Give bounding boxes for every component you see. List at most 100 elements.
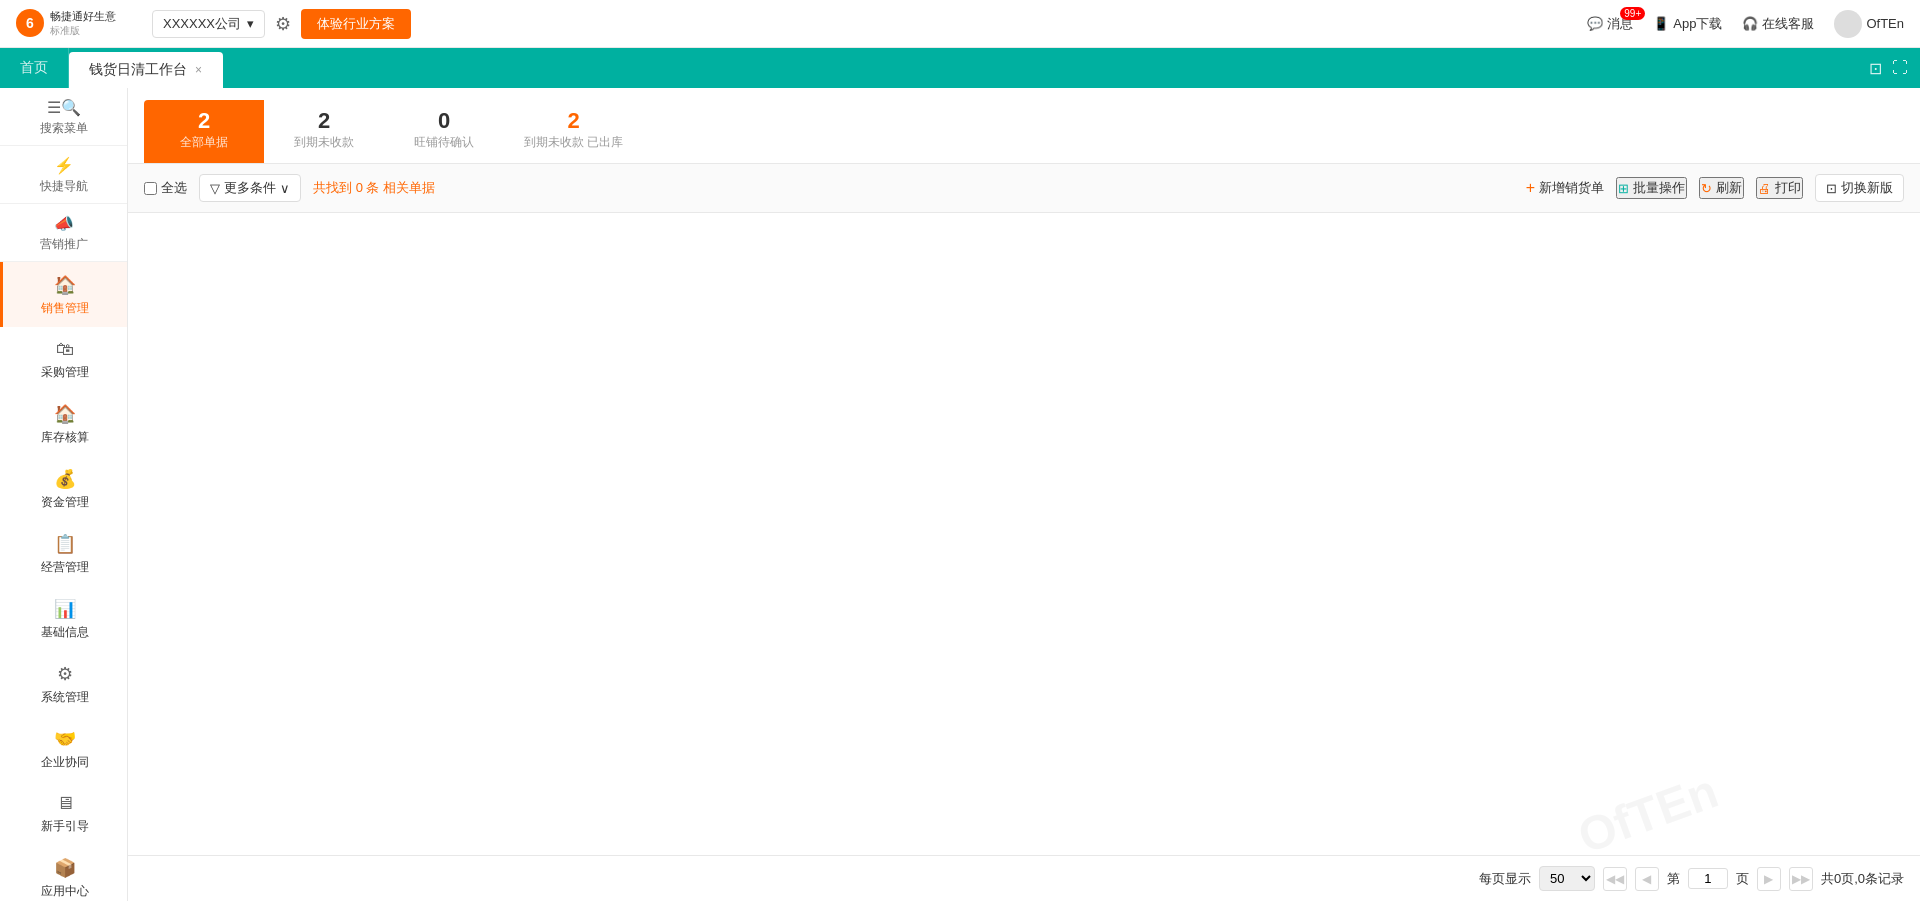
stat-tab-overdue[interactable]: 2 到期未收款 (264, 100, 384, 163)
add-sale-button[interactable]: + 新增销货单 (1526, 179, 1604, 197)
nav-tabs: 首页 钱货日清工作台 × ⊡ ⛶ (0, 48, 1920, 88)
refresh-label: 刷新 (1716, 179, 1742, 197)
first-page-button[interactable]: ◀◀ (1603, 867, 1627, 891)
sales-icon: 🏠 (54, 274, 76, 296)
stat-label-overdue: 到期未收款 (284, 134, 364, 151)
found-unit: 条 (366, 180, 379, 195)
finance-icon: 💰 (54, 468, 76, 490)
filter-button[interactable]: ▽ 更多条件 ∨ (199, 174, 301, 202)
content-area: 2 全部单据 2 到期未收款 0 旺铺待确认 2 到期未收款 已出库 (128, 88, 1920, 901)
found-count: 0 (356, 180, 363, 195)
settings-icon[interactable]: ⚙ (275, 13, 291, 35)
sidebar-item-appstore[interactable]: 📦 应用中心 (0, 845, 127, 901)
stat-num-shipped: 2 (524, 108, 623, 134)
company-name: XXXXXX公司 (163, 15, 241, 33)
inventory-icon: 🏠 (54, 403, 76, 425)
sidebar-item-basic[interactable]: 📊 基础信息 (0, 586, 127, 651)
tab-close-icon[interactable]: × (195, 63, 202, 77)
next-page-button[interactable]: ▶ (1757, 867, 1781, 891)
sidebar-search[interactable]: ☰🔍 搜索菜单 (0, 88, 127, 146)
user-avatar[interactable]: OfTEn (1834, 10, 1904, 38)
stat-num-overdue: 2 (284, 108, 364, 134)
sidebar-item-coop[interactable]: 🤝 企业协同 (0, 716, 127, 781)
switch-label: 切换新版 (1841, 179, 1893, 197)
total-text: 共0页,0条记录 (1821, 870, 1904, 888)
sidebar-item-finance[interactable]: 💰 资金管理 (0, 456, 127, 521)
company-selector[interactable]: XXXXXX公司 ▾ (152, 10, 265, 38)
tab-daily-work[interactable]: 钱货日清工作台 × (69, 52, 223, 88)
page-size-select[interactable]: 50 10 20 100 (1539, 866, 1595, 891)
print-icon: 🖨 (1758, 181, 1771, 196)
header-right: 💬 消息 99+ 📱 App下载 🎧 在线客服 OfTEn (1587, 10, 1904, 38)
stats-bar: 2 全部单据 2 到期未收款 0 旺铺待确认 2 到期未收款 已出库 (128, 88, 1920, 164)
quicknav-icon: ⚡ (54, 156, 74, 175)
main-layout: ☰🔍 搜索菜单 ⚡ 快捷导航 📣 营销推广 🏠 销售管理 🛍 采购管理 🏠 库存… (0, 88, 1920, 901)
stat-num-all: 2 (164, 108, 244, 134)
sidebar: ☰🔍 搜索菜单 ⚡ 快捷导航 📣 营销推广 🏠 销售管理 🛍 采购管理 🏠 库存… (0, 88, 128, 901)
nav-tab-actions: ⊡ ⛶ (1869, 59, 1920, 78)
sidebar-item-inventory[interactable]: 🏠 库存核算 (0, 391, 127, 456)
add-label: 新增销货单 (1539, 179, 1604, 197)
sidebar-item-operation[interactable]: 📋 经营管理 (0, 521, 127, 586)
sidebar-item-sales[interactable]: 🏠 销售管理 (0, 262, 127, 327)
page-size-label: 每页显示 (1479, 870, 1531, 888)
tab-home[interactable]: 首页 (0, 48, 69, 88)
message-button[interactable]: 💬 消息 99+ (1587, 15, 1633, 33)
toolbar: 全选 ▽ 更多条件 ∨ 共找到 0 条 相关单据 + 新增销货单 ⊞ (128, 164, 1920, 213)
pagination-bar: 每页显示 50 10 20 100 ◀◀ ◀ 第 页 ▶ ▶▶ 共0页,0条记录 (128, 855, 1920, 901)
online-service-label: 在线客服 (1762, 15, 1814, 33)
sidebar-item-purchase[interactable]: 🛍 采购管理 (0, 327, 127, 391)
stat-tab-all[interactable]: 2 全部单据 (144, 100, 264, 163)
switch-version-button[interactable]: ⊡ 切换新版 (1815, 174, 1904, 202)
batch-button[interactable]: ⊞ 批量操作 (1616, 177, 1687, 199)
stat-label-all: 全部单据 (164, 134, 244, 151)
logo-subtitle: 标准版 (50, 24, 116, 38)
refresh-button[interactable]: ↻ 刷新 (1699, 177, 1744, 199)
stat-label-shipped: 到期未收款 已出库 (524, 134, 623, 151)
avatar-image (1834, 10, 1862, 38)
sidebar-item-guide[interactable]: 🖥 新手引导 (0, 781, 127, 845)
app-download-icon: 📱 (1653, 16, 1669, 31)
batch-icon: ⊞ (1618, 181, 1629, 196)
trial-button[interactable]: 体验行业方案 (301, 9, 411, 39)
appstore-icon: 📦 (54, 857, 76, 879)
plus-icon: + (1526, 179, 1535, 197)
sidebar-quicknav[interactable]: ⚡ 快捷导航 (0, 146, 127, 204)
found-prefix: 共找到 (313, 180, 352, 195)
found-text: 共找到 0 条 相关单据 (313, 179, 435, 197)
found-suffix: 相关单据 (383, 180, 435, 195)
logo-area: 6 畅捷通好生意 标准版 (16, 9, 144, 37)
select-all-input[interactable] (144, 182, 157, 195)
search-label: 搜索菜单 (40, 120, 88, 137)
app-download-button[interactable]: 📱 App下载 (1653, 15, 1722, 33)
search-icon: ☰🔍 (47, 98, 81, 117)
purchase-icon: 🛍 (56, 339, 74, 360)
message-badge: 99+ (1620, 7, 1645, 20)
logo-icon: 6 (16, 9, 44, 37)
switch-icon: ⊡ (1826, 181, 1837, 196)
prev-page-button[interactable]: ◀ (1635, 867, 1659, 891)
online-service-button[interactable]: 🎧 在线客服 (1742, 15, 1814, 33)
logo-title: 畅捷通好生意 (50, 9, 116, 23)
guide-icon: 🖥 (56, 793, 74, 814)
last-page-button[interactable]: ▶▶ (1789, 867, 1813, 891)
chevron-down-icon: ▾ (247, 16, 254, 31)
tab-minimize-icon[interactable]: ⊡ (1869, 59, 1882, 78)
table-area (128, 213, 1920, 855)
select-all-checkbox[interactable]: 全选 (144, 179, 187, 197)
select-all-label: 全选 (161, 179, 187, 197)
tab-expand-icon[interactable]: ⛶ (1892, 59, 1908, 77)
sidebar-item-system[interactable]: ⚙ 系统管理 (0, 651, 127, 716)
operation-icon: 📋 (54, 533, 76, 555)
top-header: 6 畅捷通好生意 标准版 XXXXXX公司 ▾ ⚙ 体验行业方案 💬 消息 99… (0, 0, 1920, 48)
stat-tab-pending[interactable]: 0 旺铺待确认 (384, 100, 504, 163)
batch-label: 批量操作 (1633, 179, 1685, 197)
stat-tab-shipped[interactable]: 2 到期未收款 已出库 (504, 100, 643, 163)
sidebar-marketing[interactable]: 📣 营销推广 (0, 204, 127, 262)
filter-chevron-icon: ∨ (280, 181, 290, 196)
stat-num-pending: 0 (404, 108, 484, 134)
page-input[interactable] (1688, 868, 1728, 889)
print-button[interactable]: 🖨 打印 (1756, 177, 1803, 199)
message-icon: 💬 (1587, 16, 1603, 31)
print-label: 打印 (1775, 179, 1801, 197)
